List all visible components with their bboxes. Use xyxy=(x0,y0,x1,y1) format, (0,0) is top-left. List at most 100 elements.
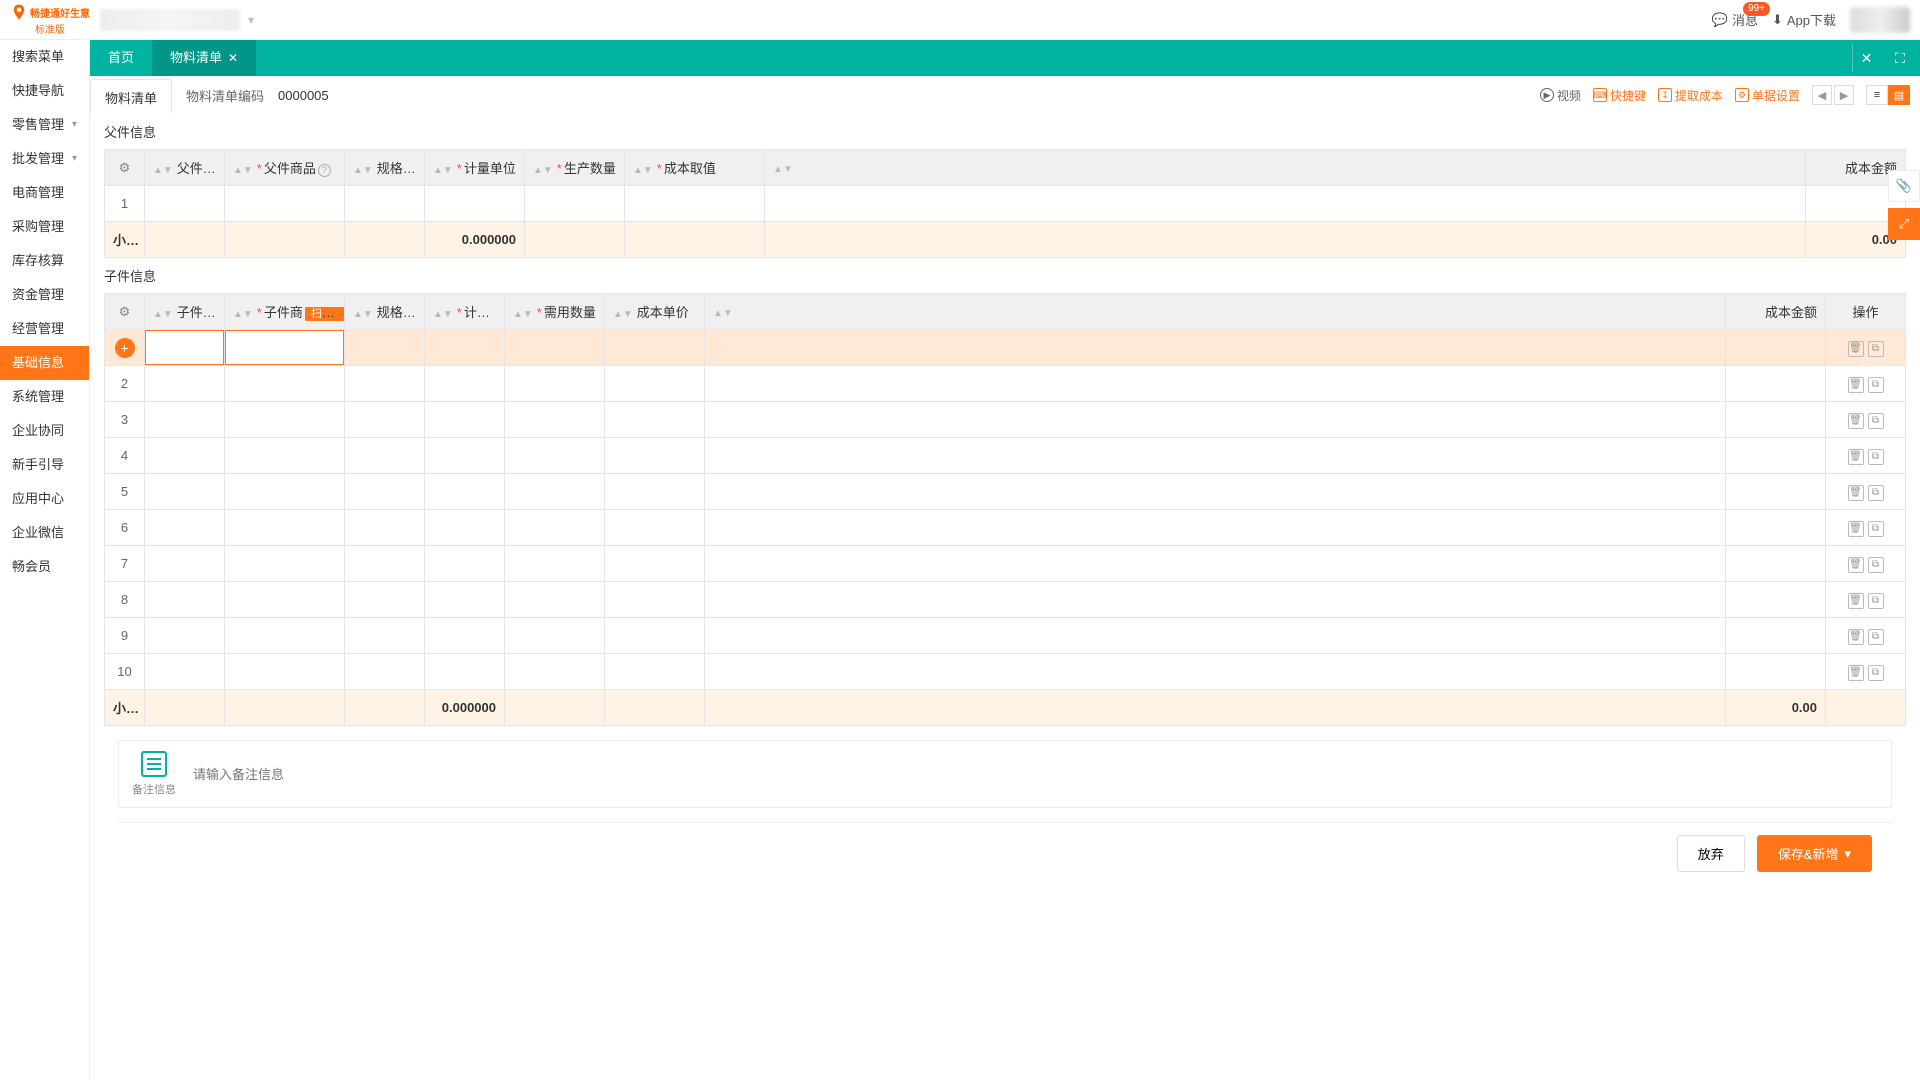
child-col-product[interactable]: ▲▼*子件商扫码录入 xyxy=(225,294,345,330)
child-row[interactable]: 2 🗑⧉ xyxy=(105,366,1906,402)
child-grid: ⚙ ▲▼子件… ▲▼*子件商扫码录入 ▲▼规格… ▲▼*计量… ▲▼*需用数量 … xyxy=(104,293,1906,726)
delete-row-icon[interactable]: 🗑 xyxy=(1848,449,1864,465)
sidebar-item-快捷导航[interactable]: 快捷导航 xyxy=(0,76,89,108)
parent-col-spec[interactable]: ▲▼规格… xyxy=(345,150,425,186)
video-help-button[interactable]: ▶视频 xyxy=(1540,87,1581,104)
delete-row-icon[interactable]: 🗑 xyxy=(1848,485,1864,501)
parent-col-product[interactable]: ▲▼*父件商品? xyxy=(225,150,345,186)
copy-row-icon[interactable]: ⧉ xyxy=(1868,377,1884,393)
child-col-spec[interactable]: ▲▼规格… xyxy=(345,294,425,330)
sidebar-item-批发管理[interactable]: 批发管理▾ xyxy=(0,142,89,176)
messages-button[interactable]: 💬 消息 99+ xyxy=(1712,10,1758,29)
sidebar-item-基础信息[interactable]: 基础信息 xyxy=(0,346,89,380)
child-row[interactable]: + 🗑⧉ xyxy=(105,330,1906,366)
copy-row-icon[interactable]: ⧉ xyxy=(1868,413,1884,429)
company-selector[interactable]: ▾ xyxy=(100,9,254,31)
sidebar-item-电商管理[interactable]: 电商管理 xyxy=(0,176,89,210)
tab-物料清单[interactable]: 物料清单✕ xyxy=(152,40,256,76)
child-col-cost-amount[interactable]: 成本金额 xyxy=(1726,294,1826,330)
sidebar-item-资金管理[interactable]: 资金管理 xyxy=(0,278,89,312)
view-form-button[interactable]: ▤ xyxy=(1888,85,1910,105)
gear-icon: ⚙ xyxy=(119,304,131,319)
doc-settings-button[interactable]: ⚙单据设置 xyxy=(1735,87,1800,104)
message-icon: 💬 xyxy=(1712,12,1728,28)
parent-col-qty[interactable]: ▲▼*生产数量 xyxy=(525,150,625,186)
expand-button[interactable]: ⤢ xyxy=(1888,208,1920,240)
child-col-code[interactable]: ▲▼子件… xyxy=(145,294,225,330)
cancel-button[interactable]: 放弃 xyxy=(1677,835,1745,872)
sidebar-item-应用中心[interactable]: 应用中心 xyxy=(0,482,89,516)
parent-section-title: 父件信息 xyxy=(104,114,1906,149)
save-and-new-button[interactable]: 保存&新增▾ xyxy=(1757,835,1872,872)
play-icon: ▶ xyxy=(1540,88,1554,102)
child-row[interactable]: 8🗑⧉ xyxy=(105,582,1906,618)
child-row[interactable]: 4🗑⧉ xyxy=(105,438,1906,474)
parent-row[interactable]: 1 xyxy=(105,186,1906,222)
copy-row-icon[interactable]: ⧉ xyxy=(1868,341,1884,357)
copy-row-icon[interactable]: ⧉ xyxy=(1868,485,1884,501)
prev-doc-button[interactable]: ◀ xyxy=(1812,85,1832,105)
doc-settings-label: 单据设置 xyxy=(1752,87,1800,104)
close-all-tabs-button[interactable]: ✕ xyxy=(1852,44,1880,72)
sidebar-item-零售管理[interactable]: 零售管理▾ xyxy=(0,108,89,142)
child-row[interactable]: 9🗑⧉ xyxy=(105,618,1906,654)
copy-row-icon[interactable]: ⧉ xyxy=(1868,629,1884,645)
sidebar-item-采购管理[interactable]: 采购管理 xyxy=(0,210,89,244)
messages-badge: 99+ xyxy=(1743,2,1770,16)
sidebar-item-畅会员[interactable]: 畅会员 xyxy=(0,550,89,584)
copy-row-icon[interactable]: ⧉ xyxy=(1868,665,1884,681)
child-col-unit-cost[interactable]: ▲▼成本单价 xyxy=(605,294,705,330)
child-row[interactable]: 10🗑⧉ xyxy=(105,654,1906,690)
sidebar-item-新手引导[interactable]: 新手引导 xyxy=(0,448,89,482)
sidebar-item-经营管理[interactable]: 经营管理 xyxy=(0,312,89,346)
sidebar-item-企业协同[interactable]: 企业协同 xyxy=(0,414,89,448)
user-avatar[interactable] xyxy=(1850,7,1910,33)
close-icon[interactable]: ✕ xyxy=(228,40,238,76)
copy-row-icon[interactable]: ⧉ xyxy=(1868,521,1884,537)
delete-row-icon[interactable]: 🗑 xyxy=(1848,341,1864,357)
copy-row-icon[interactable]: ⧉ xyxy=(1868,449,1884,465)
sidebar-item-库存核算[interactable]: 库存核算 xyxy=(0,244,89,278)
parent-col-settings[interactable]: ⚙ xyxy=(105,150,145,186)
delete-row-icon[interactable]: 🗑 xyxy=(1848,377,1864,393)
sub-tab-bom[interactable]: 物料清单 xyxy=(90,79,172,114)
fullscreen-icon[interactable]: ⛶ xyxy=(1886,44,1914,72)
child-row-index: 2 xyxy=(105,366,145,402)
parent-subtotal-row: 小计 0.000000 0.00 xyxy=(105,222,1906,258)
delete-row-icon[interactable]: 🗑 xyxy=(1848,593,1864,609)
view-list-button[interactable]: ≡ xyxy=(1866,85,1888,105)
extract-icon: ↧ xyxy=(1658,88,1672,102)
sidebar-item-企业微信[interactable]: 企业微信 xyxy=(0,516,89,550)
sidebar-item-系统管理[interactable]: 系统管理 xyxy=(0,380,89,414)
child-row[interactable]: 6🗑⧉ xyxy=(105,510,1906,546)
delete-row-icon[interactable]: 🗑 xyxy=(1848,413,1864,429)
child-row[interactable]: 7🗑⧉ xyxy=(105,546,1906,582)
delete-row-icon[interactable]: 🗑 xyxy=(1848,665,1864,681)
child-col-qty[interactable]: ▲▼*需用数量 xyxy=(505,294,605,330)
child-row[interactable]: 5🗑⧉ xyxy=(105,474,1906,510)
shortcut-button[interactable]: ⌨快捷键 xyxy=(1593,87,1646,104)
note-icon xyxy=(141,751,167,777)
child-row[interactable]: 3🗑⧉ xyxy=(105,402,1906,438)
parent-col-code[interactable]: ▲▼父件… xyxy=(145,150,225,186)
delete-row-icon[interactable]: 🗑 xyxy=(1848,557,1864,573)
next-doc-button[interactable]: ▶ xyxy=(1834,85,1854,105)
scan-input-badge[interactable]: 扫码录入 xyxy=(305,307,345,321)
app-download-button[interactable]: ⬇ App下载 xyxy=(1772,10,1836,29)
parent-col-uom[interactable]: ▲▼*计量单位 xyxy=(425,150,525,186)
copy-row-icon[interactable]: ⧉ xyxy=(1868,557,1884,573)
gear-icon: ⚙ xyxy=(119,160,131,175)
child-col-settings[interactable]: ⚙ xyxy=(105,294,145,330)
tab-首页[interactable]: 首页 xyxy=(90,40,152,76)
attachment-button[interactable]: 📎 xyxy=(1888,170,1920,202)
copy-row-icon[interactable]: ⧉ xyxy=(1868,593,1884,609)
help-icon[interactable]: ? xyxy=(318,164,331,177)
delete-row-icon[interactable]: 🗑 xyxy=(1848,521,1864,537)
delete-row-icon[interactable]: 🗑 xyxy=(1848,629,1864,645)
remark-input[interactable] xyxy=(193,767,1881,782)
gear-icon: ⚙ xyxy=(1735,88,1749,102)
extract-cost-button[interactable]: ↧提取成本 xyxy=(1658,87,1723,104)
add-row-button[interactable]: + xyxy=(115,338,135,358)
parent-col-cost-source[interactable]: ▲▼*成本取值 xyxy=(625,150,765,186)
child-col-uom[interactable]: ▲▼*计量… xyxy=(425,294,505,330)
